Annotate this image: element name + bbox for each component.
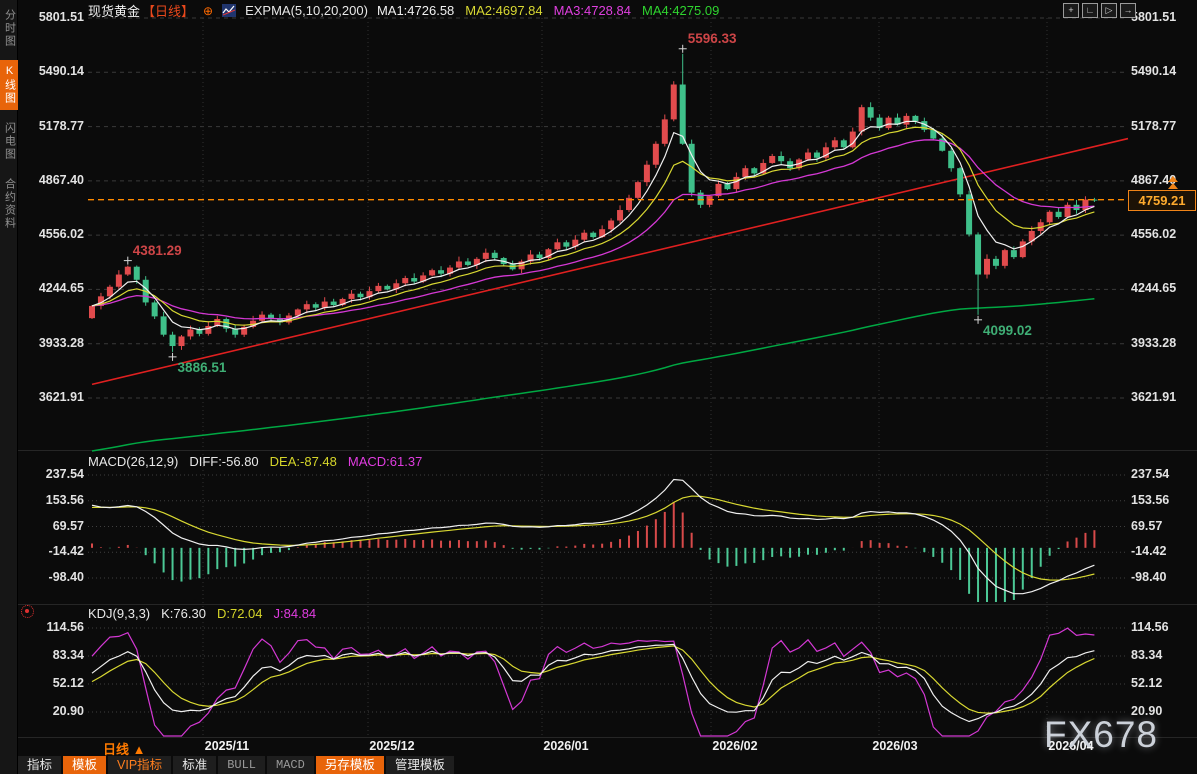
price-annotation: 3886.51 [178, 360, 227, 375]
ma-label: MA2:4697.84 [465, 3, 542, 18]
indicator-label[interactable]: EXPMA(5,10,20,200) [245, 3, 368, 18]
xaxis-label: 2025/11 [185, 739, 269, 753]
price-annotation: 5596.33 [688, 31, 737, 46]
sidebar-tab-K线图[interactable]: K线图 [0, 60, 18, 110]
ma-label: MA1:4726.58 [377, 3, 454, 18]
chart-header: 现货黄金【日线】 ⊕ EXPMA(5,10,20,200) MA1:4726.5… [88, 2, 719, 19]
price-axis-label: 20.90 [20, 704, 84, 718]
xaxis-label: 2026/02 [693, 739, 777, 753]
kdj-title[interactable]: KDJ(9,3,3) [88, 606, 150, 621]
price-axis-label: -14.42 [1131, 544, 1166, 558]
xaxis-label: 2026/03 [853, 739, 937, 753]
price-axis-label: 3933.28 [1131, 336, 1176, 350]
price-axis-label: 52.12 [20, 676, 84, 690]
pane-exit-icon[interactable]: → [1120, 3, 1136, 18]
ma-label: MA3:4728.84 [554, 3, 631, 18]
kdj-d-value: D:72.04 [217, 606, 263, 621]
header-toolbar: +∟▷→ [1063, 3, 1136, 18]
price-axis-label: -98.40 [1131, 570, 1166, 584]
price-annotation: 4099.02 [983, 323, 1032, 338]
price-annotation: 4381.29 [133, 243, 182, 258]
toolbar-item-管理模板[interactable]: 管理模板 [386, 756, 454, 774]
toolbar-item-指标[interactable]: 指标 [18, 756, 61, 774]
toolbar-item-标准[interactable]: 标准 [173, 756, 216, 774]
sidebar-tab-合约资料[interactable]: 合约资料 [0, 173, 18, 235]
toolbar-item-另存模板[interactable]: 另存模板 [316, 756, 384, 774]
macd-dea-value: DEA:-87.48 [270, 454, 337, 469]
toolbar-item-VIP指标[interactable]: VIP指标 [108, 756, 171, 774]
xaxis-label: 2026/01 [524, 739, 608, 753]
price-axis-label: 4244.65 [20, 281, 84, 295]
chart-canvas[interactable] [0, 0, 1197, 774]
price-axis-label: 237.54 [20, 467, 84, 481]
price-axis-label: 4556.02 [1131, 227, 1176, 241]
kdj-j-value: J:84.84 [274, 606, 317, 621]
axis-play-icon[interactable]: ▷ [1101, 3, 1117, 18]
toolbar-item-MACD[interactable]: MACD [267, 756, 314, 774]
current-price-marker: 4759.21 [1128, 190, 1196, 211]
sidebar-tab-闪电图[interactable]: 闪电图 [0, 117, 18, 166]
left-sidebar: 分时图 K线图闪电图合约资料 [0, 0, 18, 774]
price-axis-label: 5490.14 [1131, 64, 1176, 78]
mini-chart-icon[interactable] [222, 4, 236, 17]
symbol-title: 现货黄金【日线】 [88, 1, 194, 20]
gold-chart-app: 分时图 K线图闪电图合约资料 现货黄金【日线】 ⊕ EXPMA(5,10,20,2… [0, 0, 1197, 774]
price-axis-label: 237.54 [1131, 467, 1169, 481]
price-axis-label: 83.34 [1131, 648, 1162, 662]
fx678-watermark: FX678 [1044, 714, 1158, 756]
kdj-header: KDJ(9,3,3) K:76.30 D:72.04 J:84.84 [88, 606, 316, 621]
crosshair-icon[interactable]: + [1063, 3, 1079, 18]
price-axis-label: 114.56 [20, 620, 84, 634]
axis-scale-icon[interactable]: ∟ [1082, 3, 1098, 18]
price-axis-label: 153.56 [1131, 493, 1169, 507]
ma-value-labels: MA1:4726.58 MA2:4697.84 MA3:4728.84 MA4:427… [377, 3, 719, 18]
period-tag: 【日线】 [142, 4, 194, 19]
toolbar-item-模板[interactable]: 模板 [63, 756, 106, 774]
ma-label: MA4:4275.09 [642, 3, 719, 18]
price-up-arrow-icon [1168, 176, 1178, 190]
chevron-up-icon: ▲ [133, 742, 146, 757]
price-axis-label: 4244.65 [1131, 281, 1176, 295]
price-axis-label: 153.56 [20, 493, 84, 507]
indicator-settings-icon[interactable] [21, 605, 34, 618]
price-axis-label: 3621.91 [1131, 390, 1176, 404]
price-axis-label: 5801.51 [20, 10, 84, 24]
xaxis-label: 2025/12 [350, 739, 434, 753]
price-axis-label: 3933.28 [20, 336, 84, 350]
macd-title[interactable]: MACD(26,12,9) [88, 454, 178, 469]
macd-header: MACD(26,12,9) DIFF:-56.80 DEA:-87.48 MAC… [88, 454, 422, 469]
circle-plus-icon[interactable]: ⊕ [203, 4, 213, 18]
price-axis-label: 52.12 [1131, 676, 1162, 690]
price-axis-label: 5490.14 [20, 64, 84, 78]
macd-hist-value: MACD:61.37 [348, 454, 422, 469]
price-axis-label: 3621.91 [20, 390, 84, 404]
price-axis-label: 4556.02 [20, 227, 84, 241]
price-axis-label: 83.34 [20, 648, 84, 662]
price-axis-label: 69.57 [1131, 519, 1162, 533]
toolbar-item-BULL[interactable]: BULL [218, 756, 265, 774]
bottom-toolbar: 指标模板VIP指标标准BULLMACD另存模板管理模板 [18, 756, 456, 774]
symbol-name: 现货黄金 [88, 4, 140, 19]
price-axis-label: 5178.77 [1131, 119, 1176, 133]
price-axis-label: 5801.51 [1131, 10, 1176, 24]
price-axis-label: 114.56 [1131, 620, 1169, 634]
price-axis-label: 5178.77 [20, 119, 84, 133]
price-axis-label: -98.40 [20, 570, 84, 584]
current-price-value: 4759.21 [1139, 193, 1186, 208]
price-axis-label: 4867.40 [20, 173, 84, 187]
sidebar-tab-分时图[interactable]: 分时图 [0, 4, 18, 53]
price-axis-label: 69.57 [20, 519, 84, 533]
kdj-k-value: K:76.30 [161, 606, 206, 621]
price-axis-label: -14.42 [20, 544, 84, 558]
macd-diff-value: DIFF:-56.80 [189, 454, 258, 469]
